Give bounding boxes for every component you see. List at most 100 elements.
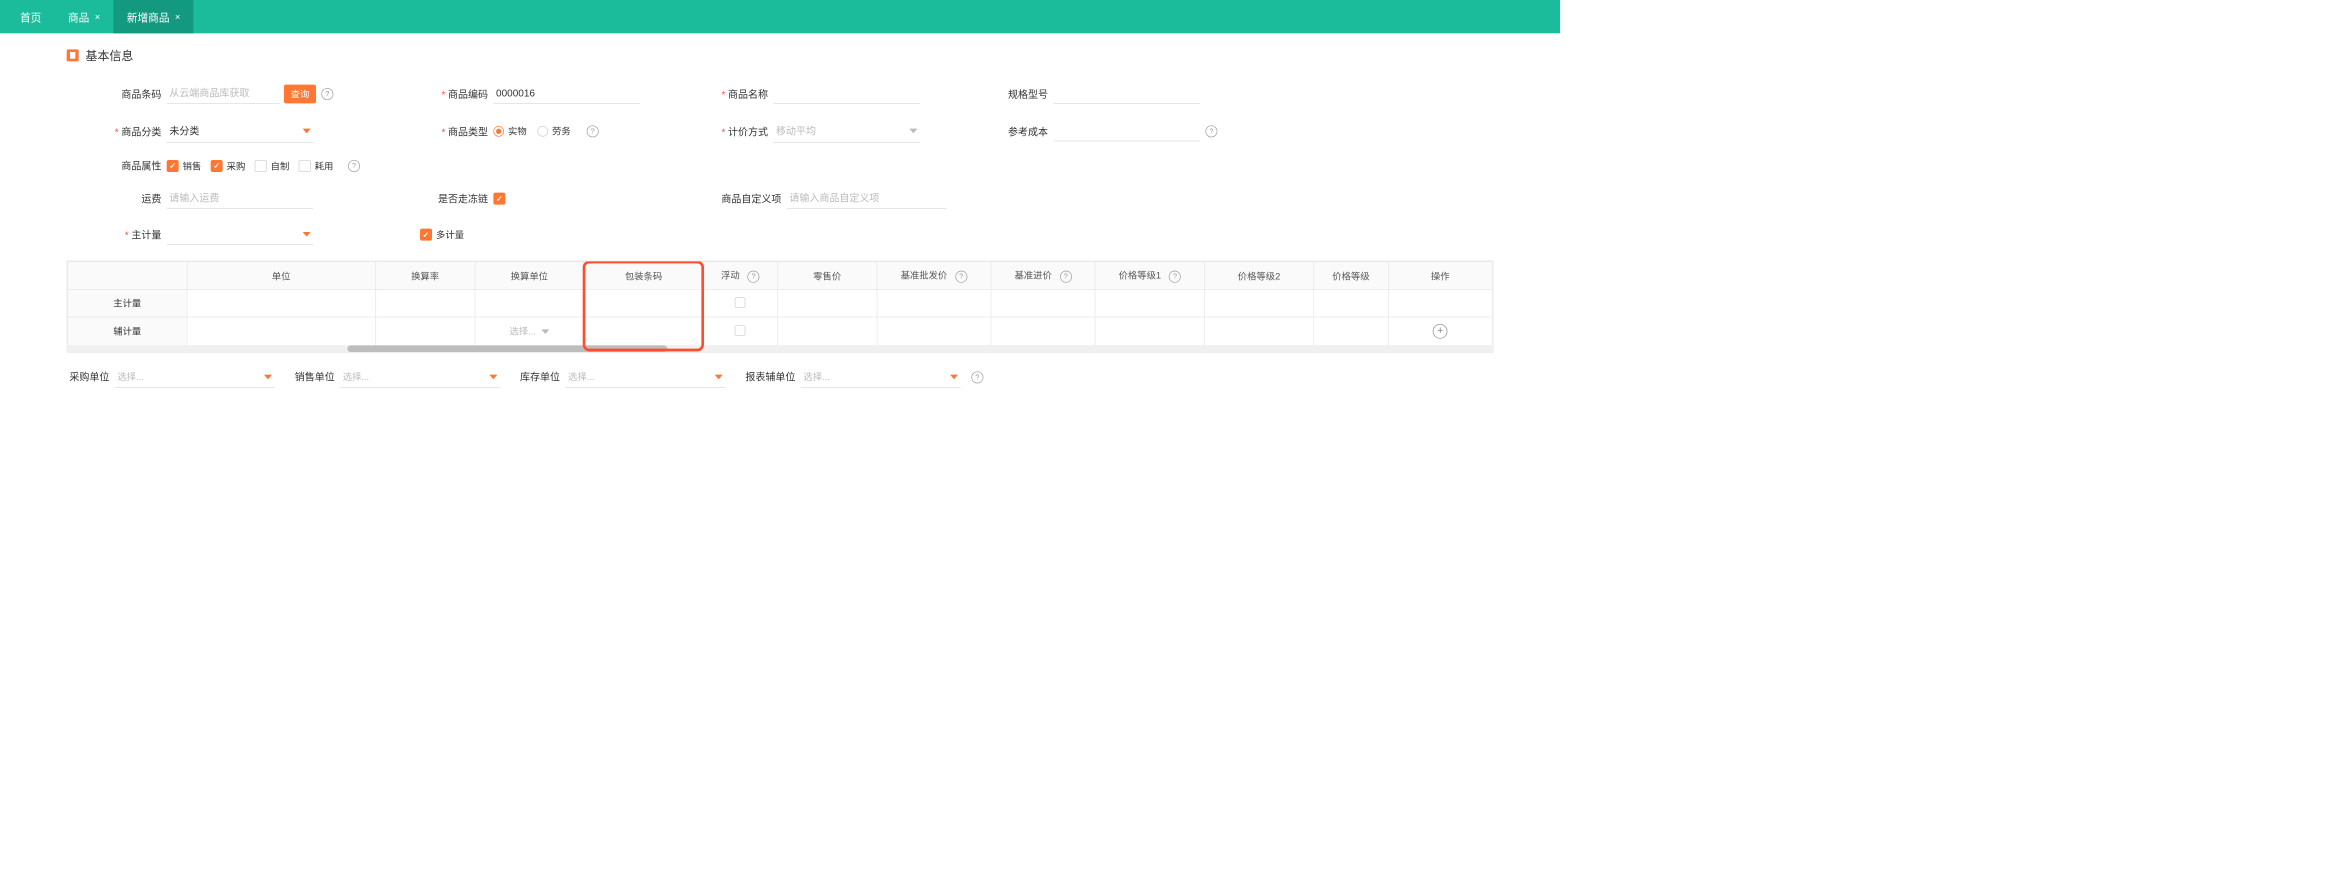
cell[interactable]: [187, 290, 376, 317]
purchase-unit-select[interactable]: 选择...: [115, 366, 275, 388]
label-sale-unit: 销售单位: [295, 370, 335, 384]
checkbox-label: 自制: [271, 159, 290, 172]
cell[interactable]: [877, 317, 991, 346]
scrollbar-thumb[interactable]: [347, 345, 667, 352]
radio-service[interactable]: 劳务: [537, 125, 570, 138]
checkbox-label: 耗用: [315, 159, 334, 172]
add-row-button[interactable]: +: [1433, 324, 1448, 339]
col-float: 浮动 ?: [703, 262, 777, 290]
help-icon: ?: [955, 271, 967, 283]
cell-pack[interactable]: [584, 290, 703, 317]
label-purchase-unit: 采购单位: [69, 370, 109, 384]
cell[interactable]: [877, 290, 991, 317]
sale-unit-select[interactable]: 选择...: [340, 366, 500, 388]
horizontal-scrollbar[interactable]: [67, 345, 1492, 352]
type-radio-group: 实物 劳务 ?: [493, 125, 598, 138]
chevron-down-icon: [303, 232, 311, 237]
page-content: 基本信息 商品条码 查询 ? 商品编码 0000016 商品名称 规格: [0, 33, 1560, 401]
report-unit-select[interactable]: 选择...: [801, 366, 961, 388]
name-input[interactable]: [773, 84, 920, 104]
label-refcost: 参考成本: [980, 124, 1053, 138]
checkbox-label: 销售: [183, 159, 202, 172]
label-name: 商品名称: [700, 87, 773, 101]
tab-product[interactable]: 商品×: [55, 0, 114, 33]
coldchain-checkbox[interactable]: [493, 193, 505, 205]
label-spec: 规格型号: [980, 87, 1053, 101]
table-header-row: 单位 换算率 换算单位 包装条码 浮动 ? 零售价 基准批发价 ? 基准进价 ?…: [68, 262, 1493, 290]
cell[interactable]: [1204, 317, 1313, 346]
section-icon: [67, 49, 79, 61]
tab-add-product[interactable]: 新增商品 ×: [113, 0, 193, 33]
cell[interactable]: [375, 290, 474, 317]
tab-home[interactable]: 首页: [7, 0, 55, 33]
radio-icon: [493, 126, 504, 137]
checkbox-icon[interactable]: [735, 325, 746, 336]
cell[interactable]: [1314, 290, 1388, 317]
chevron-down-icon: [909, 129, 917, 134]
check-icon: [211, 160, 223, 172]
help-icon: ?: [1060, 271, 1072, 283]
code-value[interactable]: 0000016: [493, 84, 640, 104]
cell-pack[interactable]: [584, 317, 703, 346]
pricing-select[interactable]: 移动平均: [773, 120, 920, 143]
chevron-down-icon: [303, 129, 311, 134]
checkbox-sale[interactable]: 销售: [167, 159, 202, 172]
top-tabs-bar: 首页 商品× 新增商品 ×: [0, 0, 1560, 33]
cell-float[interactable]: [703, 290, 777, 317]
label-report-unit: 报表辅单位: [745, 370, 795, 384]
chevron-down-icon: [715, 374, 723, 379]
category-select[interactable]: 未分类: [167, 120, 314, 143]
help-icon: ?: [748, 271, 760, 283]
cell[interactable]: [187, 317, 376, 346]
label-code: 商品编码: [420, 87, 493, 101]
col-unit: 单位: [187, 262, 376, 290]
tab-label: 新增商品: [127, 9, 170, 25]
cell[interactable]: [375, 317, 474, 346]
col-pack: 包装条码: [584, 262, 703, 290]
cell-op: [1388, 290, 1492, 317]
label-stock-unit: 库存单位: [520, 370, 560, 384]
cell[interactable]: [475, 290, 584, 317]
radio-label: 劳务: [552, 125, 571, 138]
cell[interactable]: [778, 317, 877, 346]
tab-label: 首页: [20, 9, 41, 25]
freight-input[interactable]: [167, 189, 314, 209]
checkbox-self[interactable]: 自制: [255, 159, 290, 172]
barcode-input[interactable]: [167, 84, 280, 104]
close-icon[interactable]: ×: [175, 11, 180, 22]
custom-input[interactable]: [787, 189, 947, 209]
checkbox-icon[interactable]: [735, 297, 746, 308]
stock-unit-select[interactable]: 选择...: [565, 366, 725, 388]
mainunit-select[interactable]: [167, 225, 314, 245]
spec-input[interactable]: [1053, 84, 1200, 104]
cell[interactable]: [991, 290, 1095, 317]
query-button[interactable]: 查询: [284, 85, 316, 104]
refcost-input[interactable]: [1053, 121, 1200, 141]
table-row-aux: 辅计量 选择... +: [68, 317, 1493, 346]
cell-float[interactable]: [703, 317, 777, 346]
label-barcode: 商品条码: [93, 87, 166, 101]
cell[interactable]: [991, 317, 1095, 346]
checkbox-consume[interactable]: 耗用: [299, 159, 334, 172]
cell[interactable]: [1204, 290, 1313, 317]
checkbox-multiunit[interactable]: 多计量: [420, 228, 464, 241]
table-row-main: 主计量: [68, 290, 1493, 317]
help-icon: ?: [1205, 125, 1217, 137]
radio-physical[interactable]: 实物: [493, 125, 526, 138]
col-base-cost: 基准进价 ?: [991, 262, 1095, 290]
checkbox-label: 多计量: [436, 228, 464, 241]
cell-select[interactable]: 选择...: [475, 317, 584, 346]
unit-table: 单位 换算率 换算单位 包装条码 浮动 ? 零售价 基准批发价 ? 基准进价 ?…: [67, 261, 1494, 353]
close-icon[interactable]: ×: [95, 11, 100, 22]
cell[interactable]: [778, 290, 877, 317]
cell[interactable]: [1095, 290, 1204, 317]
checkbox-purchase[interactable]: 采购: [211, 159, 246, 172]
col-rateunit: 换算单位: [475, 262, 584, 290]
cell[interactable]: [1314, 317, 1388, 346]
col-retail: 零售价: [778, 262, 877, 290]
label-coldchain: 是否走冻链: [420, 192, 493, 206]
cell-op: +: [1388, 317, 1492, 346]
section-title: 基本信息: [85, 47, 133, 64]
chevron-down-icon: [264, 374, 272, 379]
cell[interactable]: [1095, 317, 1204, 346]
